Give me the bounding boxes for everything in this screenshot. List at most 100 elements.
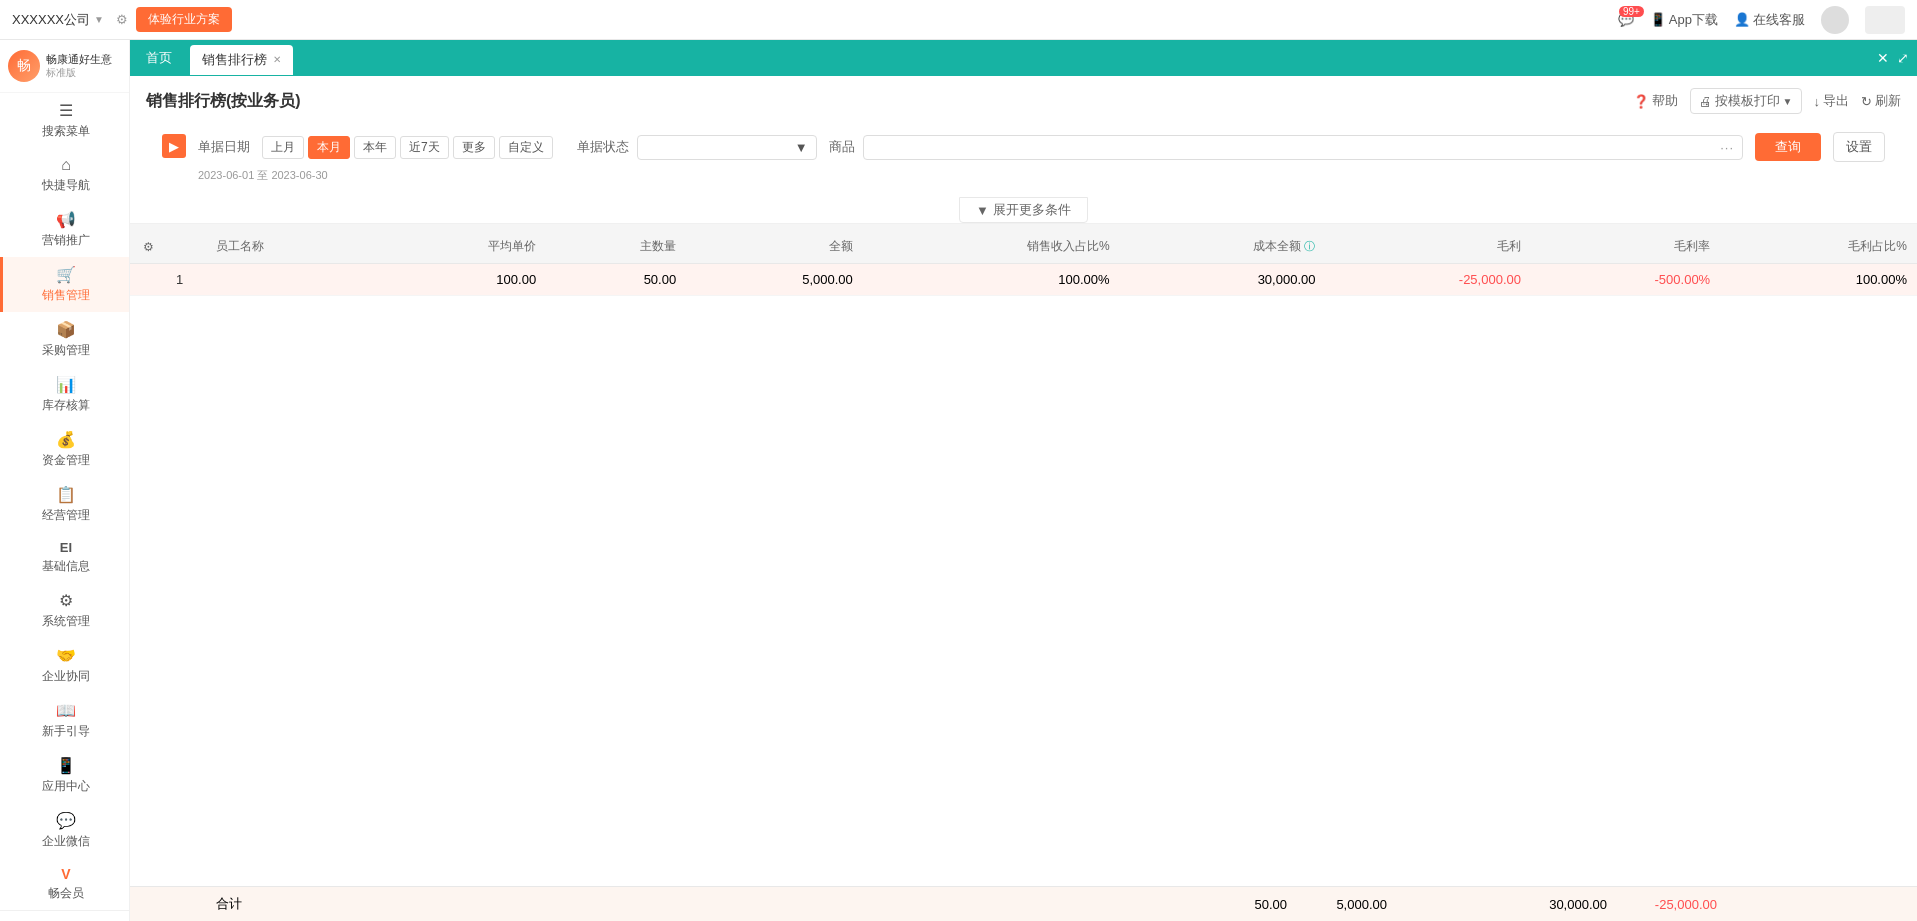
filter-toggle-icon[interactable]: ▶	[162, 134, 186, 158]
table-col-cost-amount: 成本全额 ⓘ	[1120, 230, 1326, 264]
goods-select-dots: ···	[1720, 140, 1734, 155]
expand-conditions-button[interactable]: ▼ 展开更多条件	[959, 197, 1088, 223]
table-col-settings[interactable]: ⚙	[130, 230, 166, 264]
sidebar-logo: 畅 畅康通好生意 标准版	[0, 40, 129, 93]
export-button[interactable]: ↓ 导出	[1814, 92, 1850, 110]
tab-sales-ranking[interactable]: 销售排行榜 ✕	[190, 45, 293, 75]
help-button[interactable]: ❓ 帮助	[1633, 92, 1678, 110]
status-filter-group: 单据状态 ▼	[577, 135, 817, 160]
date-btn-7days[interactable]: 近7天	[400, 136, 449, 159]
sidebar-label-quicknav: 快捷导航	[42, 177, 90, 194]
top-gear-icon[interactable]: ⚙	[116, 12, 128, 27]
sidebar-item-marketing[interactable]: 📢 营销推广	[0, 202, 129, 257]
home-icon: ⌂	[61, 156, 71, 174]
user-avatar[interactable]	[1821, 6, 1849, 34]
sidebar-item-basic-info[interactable]: EI 基础信息	[0, 532, 129, 583]
sidebar-item-app-center[interactable]: 📱 应用中心	[0, 748, 129, 803]
table-row: 1 100.00 50.00 5,000.00 100.00% 30,000.0…	[130, 264, 1917, 296]
filter-expand-row: ▼ 展开更多条件	[162, 197, 1885, 223]
sidebar-item-inventory[interactable]: 📊 库存核算	[0, 367, 129, 422]
trial-button[interactable]: 体验行业方案	[136, 7, 232, 32]
footer-gross-profit: -25,000.00	[1607, 897, 1717, 912]
message-badge: 99+	[1619, 6, 1644, 17]
sidebar-item-search-order[interactable]: ☰ 搜索菜单	[0, 93, 129, 148]
date-filter-label: 单据日期	[198, 138, 250, 156]
vip-icon: V	[61, 866, 70, 882]
sidebar-item-vip[interactable]: V 畅会员	[0, 858, 129, 910]
print-button[interactable]: 🖨 按模板打印 ▼	[1690, 88, 1802, 114]
help-icon: ❓	[1633, 94, 1649, 109]
page-title-row: 销售排行榜(按业务员) ❓ 帮助 🖨 按模板打印 ▼ ↓	[146, 88, 1901, 124]
status-select-value	[646, 140, 650, 155]
sidebar-item-guide[interactable]: 📖 新手引导	[0, 693, 129, 748]
sidebar-label-vip: 畅会员	[48, 885, 84, 902]
table-col-sales-pct: 销售收入占比%	[863, 230, 1120, 264]
sidebar-label-wechat: 企业微信	[42, 833, 90, 850]
footer-amount: 5,000.00	[1287, 897, 1387, 912]
query-button[interactable]: 查询	[1755, 133, 1821, 161]
company-selector[interactable]: XXXXXX公司 ▼	[12, 11, 104, 29]
basic-info-icon: EI	[60, 540, 72, 555]
sidebar-label-purchase: 采购管理	[42, 342, 90, 359]
row-settings-cell	[130, 264, 166, 296]
row-sales-pct-cell: 100.00%	[863, 264, 1120, 296]
logo-sub: 标准版	[46, 66, 112, 80]
online-service-link[interactable]: 👤 在线客服	[1734, 11, 1805, 29]
phone-icon: 📱	[1650, 12, 1666, 27]
goods-select[interactable]: ···	[863, 135, 1743, 160]
row-gross-pct-cell: 100.00%	[1720, 264, 1917, 296]
refresh-button[interactable]: ↻ 刷新	[1861, 92, 1901, 110]
sidebar-item-purchase[interactable]: 📦 采购管理	[0, 312, 129, 367]
sidebar-item-operations[interactable]: 📋 经营管理	[0, 477, 129, 532]
tab-close-window-icon[interactable]: ✕	[1877, 50, 1889, 66]
logo-icon: 畅	[8, 50, 40, 82]
tab-maximize-icon[interactable]: ⤢	[1897, 50, 1909, 66]
footer-sales-pct	[1387, 897, 1497, 912]
date-btn-this-month[interactable]: 本月	[308, 136, 350, 159]
sidebar-item-quick-nav[interactable]: ⌂ 快捷导航	[0, 148, 129, 202]
sidebar-item-finance[interactable]: 💰 资金管理	[0, 422, 129, 477]
inventory-icon: 📊	[56, 375, 76, 394]
settings-button[interactable]: 设置	[1833, 132, 1885, 162]
export-label: 导出	[1823, 92, 1849, 110]
sidebar-label-system: 系统管理	[42, 613, 90, 630]
top-bar: XXXXXX公司 ▼ ⚙ 体验行业方案 💬 99+ 📱 App下载 👤 在线客服	[0, 0, 1917, 40]
table-col-gross-profit: 毛利	[1325, 230, 1531, 264]
tab-close-icon[interactable]: ✕	[273, 45, 281, 75]
row-gross-rate-cell: -500.00%	[1531, 264, 1720, 296]
refresh-label: 刷新	[1875, 92, 1901, 110]
search-menu-icon: ☰	[59, 101, 73, 120]
goods-select-value	[872, 140, 876, 155]
print-label: 按模板打印	[1715, 92, 1780, 110]
row-avg-price-cell: 100.00	[376, 264, 546, 296]
guide-icon: 📖	[56, 701, 76, 720]
sidebar-item-sales[interactable]: 🛒 销售管理	[0, 257, 129, 312]
content-area: 首页 销售排行榜 ✕ ✕ ⤢ 销售排行榜(按业务员) ❓ 帮助	[130, 40, 1917, 921]
tab-home[interactable]: 首页	[130, 40, 188, 76]
app-download-label: App下载	[1669, 11, 1718, 29]
date-btn-more[interactable]: 更多	[453, 136, 495, 159]
table-col-avg-price: 平均单价	[376, 230, 546, 264]
expand-label: 展开更多条件	[993, 201, 1071, 219]
export-icon: ↓	[1814, 94, 1821, 109]
date-range-display: 2023-06-01 至 2023-06-30	[198, 168, 1885, 183]
main-layout: 畅 畅康通好生意 标准版 ☰ 搜索菜单 ⌂ 快捷导航 📢 营销推广 🛒 销售管理…	[0, 40, 1917, 921]
sidebar-item-system[interactable]: ⚙ 系统管理	[0, 583, 129, 638]
refresh-icon: ↻	[1861, 94, 1872, 109]
date-btn-last-month[interactable]: 上月	[262, 136, 304, 159]
message-icon[interactable]: 💬 99+	[1618, 12, 1634, 27]
sidebar-bottom: ⚙ ◀◀	[0, 910, 129, 921]
date-btn-this-year[interactable]: 本年	[354, 136, 396, 159]
sidebar-item-wechat[interactable]: 💬 企业微信	[0, 803, 129, 858]
company-name: XXXXXX公司	[12, 11, 90, 29]
system-icon: ⚙	[59, 591, 73, 610]
date-btn-custom[interactable]: 自定义	[499, 136, 553, 159]
enterprise-icon: 🤝	[56, 646, 76, 665]
status-select-chevron: ▼	[795, 140, 808, 155]
status-select[interactable]: ▼	[637, 135, 817, 160]
service-icon: 👤	[1734, 12, 1750, 27]
status-filter-label: 单据状态	[577, 138, 629, 156]
sidebar-item-enterprise[interactable]: 🤝 企业协同	[0, 638, 129, 693]
app-download-link[interactable]: 📱 App下载	[1650, 11, 1718, 29]
sidebar-label-marketing: 营销推广	[42, 232, 90, 249]
